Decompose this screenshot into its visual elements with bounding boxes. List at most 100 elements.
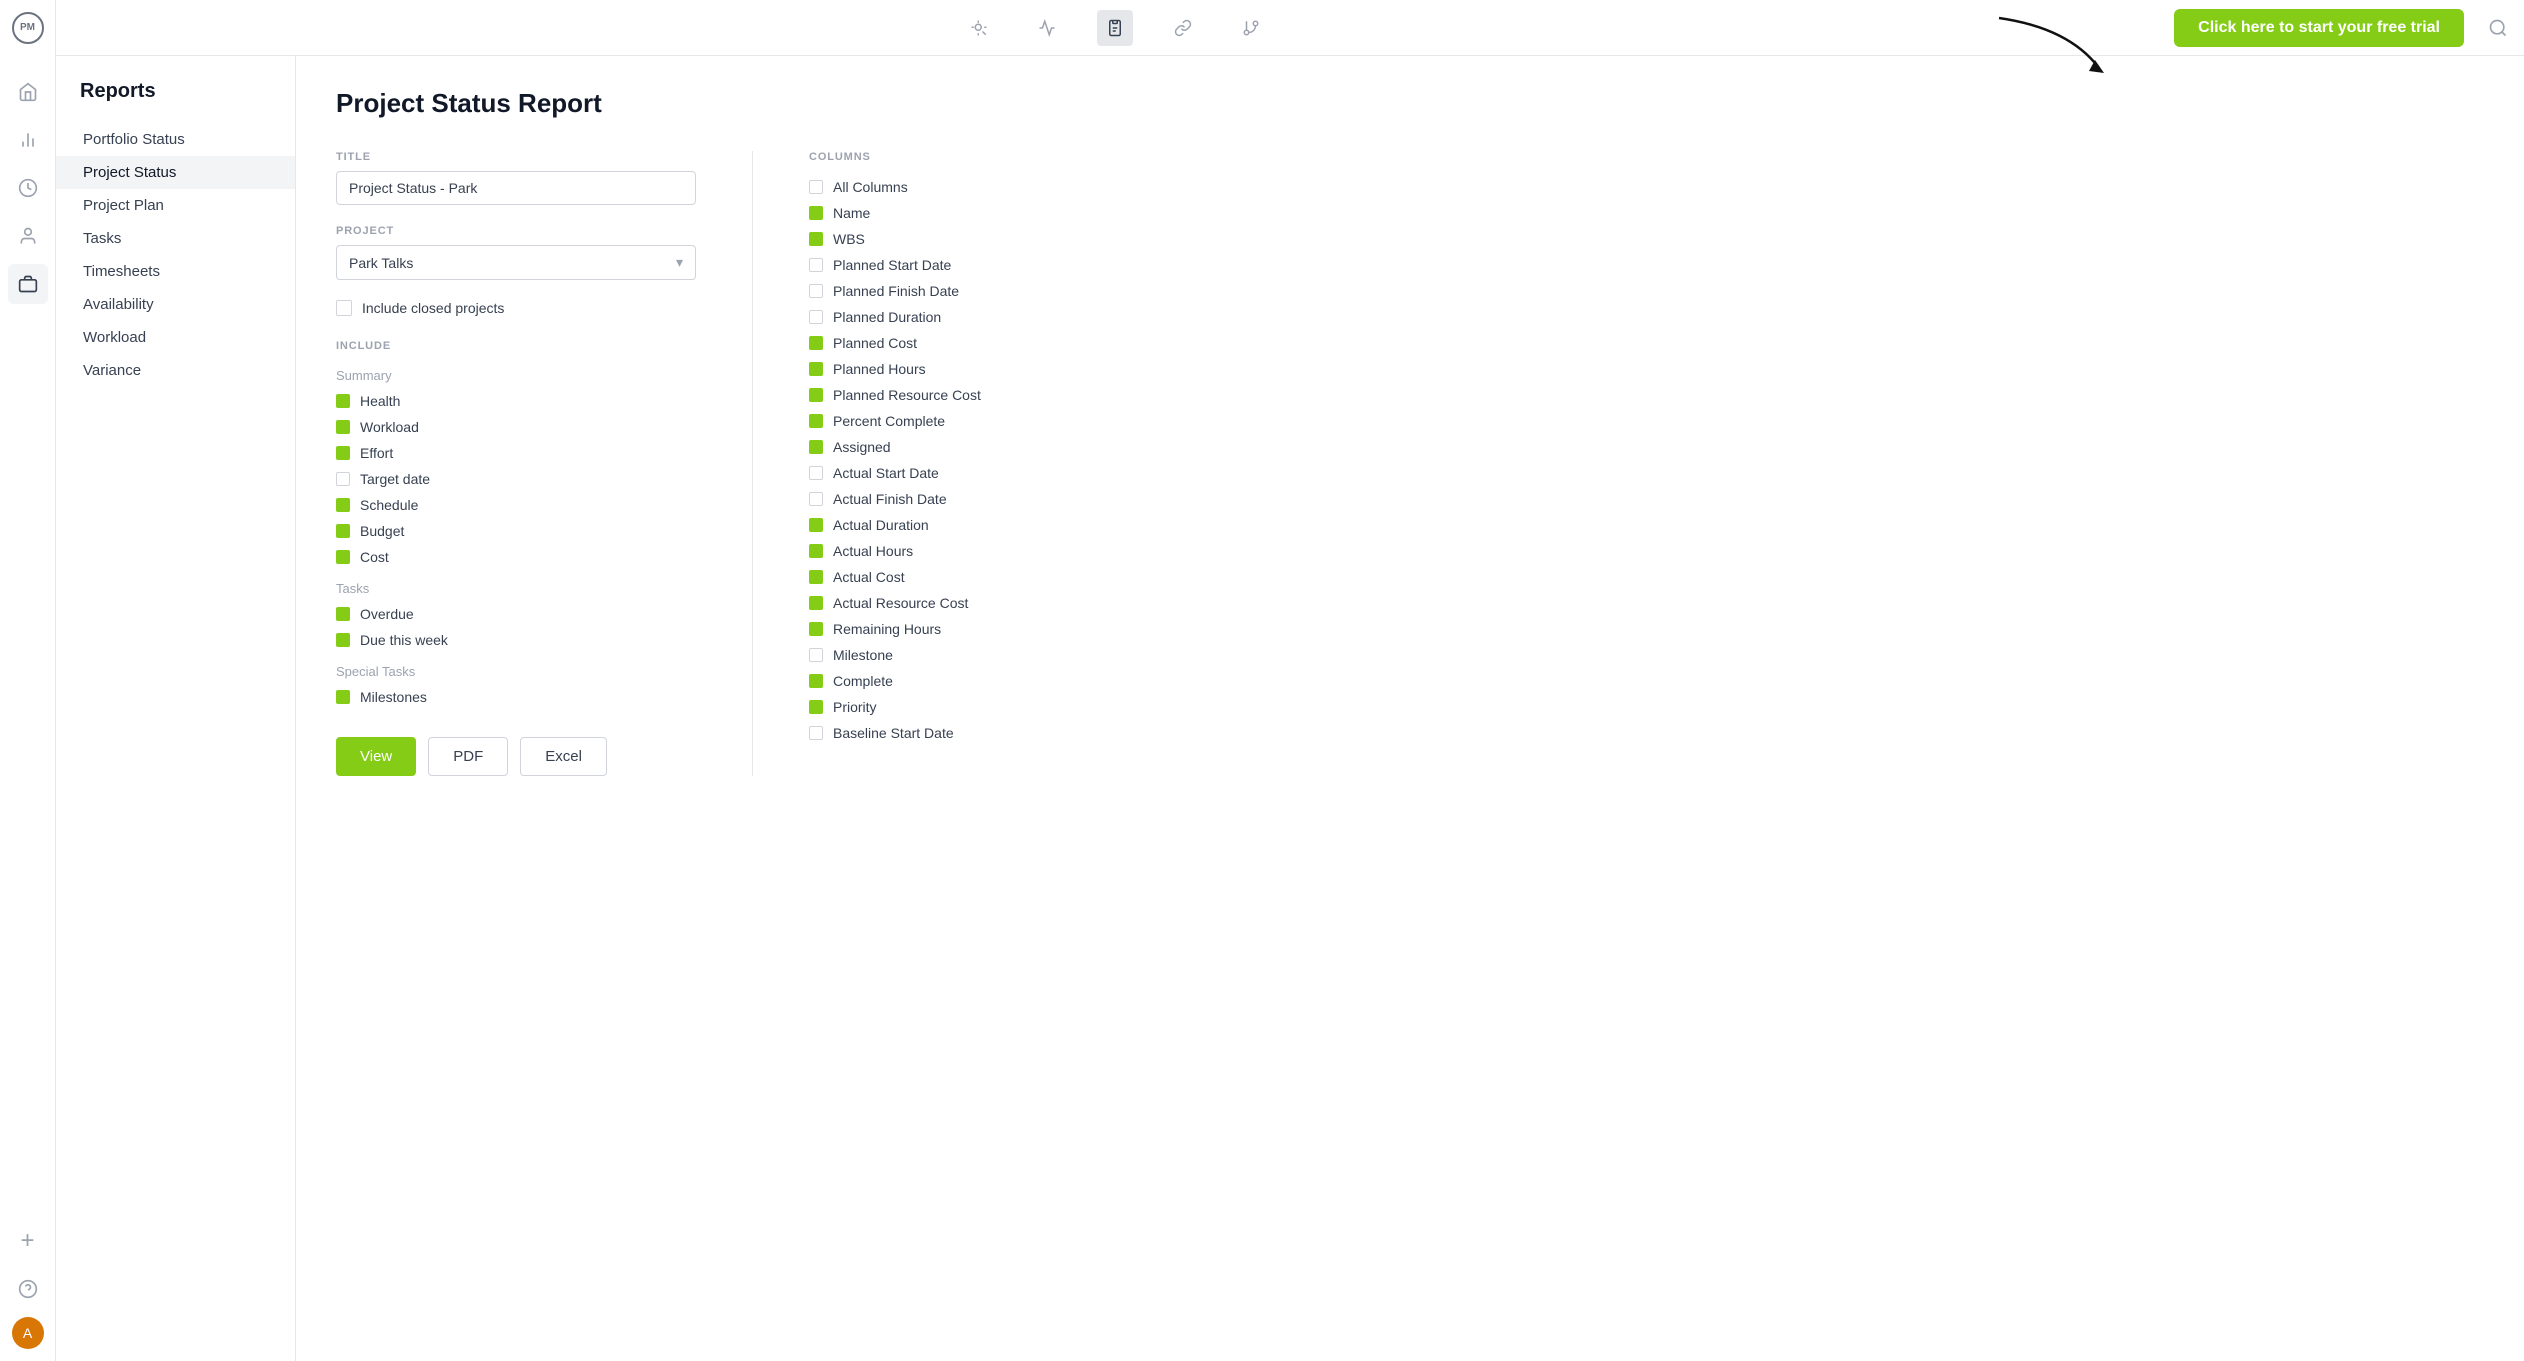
planned-start-date-checkbox[interactable]: [809, 258, 823, 272]
due-this-week-checkbox[interactable]: [336, 633, 350, 647]
include-closed-checkbox[interactable]: [336, 300, 352, 316]
project-value: Park Talks: [349, 255, 413, 271]
user-avatar[interactable]: A: [12, 1317, 44, 1349]
sidebar-help-icon[interactable]: [8, 1269, 48, 1309]
view-button[interactable]: View: [336, 737, 416, 776]
sidebar-item-workload[interactable]: Workload: [56, 321, 295, 354]
complete-checkbox[interactable]: [809, 674, 823, 688]
workload-checkbox[interactable]: [336, 420, 350, 434]
overdue-checkbox[interactable]: [336, 607, 350, 621]
budget-checkbox[interactable]: [336, 524, 350, 538]
nav-title: Reports: [56, 80, 295, 123]
col-baseline-start-date: Baseline Start Date: [809, 725, 2484, 741]
sidebar-activity-icon[interactable]: [8, 120, 48, 160]
planned-finish-date-checkbox[interactable]: [809, 284, 823, 298]
sidebar-user-icon[interactable]: [8, 216, 48, 256]
col-priority: Priority: [809, 699, 2484, 715]
title-input[interactable]: [336, 171, 696, 205]
tasks-group-label: Tasks: [336, 581, 696, 596]
columns-section: COLUMNS All Columns Name WBS Planned Sta…: [809, 151, 2484, 776]
milestone-checkbox[interactable]: [809, 648, 823, 662]
wave-icon[interactable]: [1029, 10, 1065, 46]
planned-cost-checkbox[interactable]: [809, 336, 823, 350]
sidebar-item-project-status[interactable]: Project Status: [56, 156, 295, 189]
sidebar-item-portfolio-status[interactable]: Portfolio Status: [56, 123, 295, 156]
all-columns-item: All Columns: [809, 179, 2484, 195]
include-due-this-week: Due this week: [336, 632, 696, 648]
col-wbs: WBS: [809, 231, 2484, 247]
sidebar-clock-icon[interactable]: [8, 168, 48, 208]
planned-duration-checkbox[interactable]: [809, 310, 823, 324]
link-icon[interactable]: [1165, 10, 1201, 46]
sidebar-item-variance[interactable]: Variance: [56, 354, 295, 387]
divider: [752, 151, 753, 776]
effort-checkbox[interactable]: [336, 446, 350, 460]
remaining-hours-checkbox[interactable]: [809, 622, 823, 636]
include-workload: Workload: [336, 419, 696, 435]
include-effort: Effort: [336, 445, 696, 461]
actual-resource-cost-checkbox[interactable]: [809, 596, 823, 610]
col-milestone: Milestone: [809, 647, 2484, 663]
sidebar-item-tasks[interactable]: Tasks: [56, 222, 295, 255]
sidebar-item-availability[interactable]: Availability: [56, 288, 295, 321]
form-container: TITLE PROJECT Park Talks ▾ Include close…: [336, 151, 2484, 776]
milestones-checkbox[interactable]: [336, 690, 350, 704]
actual-duration-checkbox[interactable]: [809, 518, 823, 532]
page-title: Project Status Report: [336, 88, 2484, 119]
planned-resource-cost-checkbox[interactable]: [809, 388, 823, 402]
select-arrow-icon: ▾: [676, 254, 683, 271]
clipboard-icon[interactable]: [1097, 10, 1133, 46]
col-name: Name: [809, 205, 2484, 221]
title-label: TITLE: [336, 151, 696, 163]
col-actual-finish-date: Actual Finish Date: [809, 491, 2484, 507]
grid-icon[interactable]: [961, 10, 997, 46]
sidebar-home-icon[interactable]: [8, 72, 48, 112]
include-milestones: Milestones: [336, 689, 696, 705]
include-budget: Budget: [336, 523, 696, 539]
name-checkbox[interactable]: [809, 206, 823, 220]
actual-hours-checkbox[interactable]: [809, 544, 823, 558]
col-planned-hours: Planned Hours: [809, 361, 2484, 377]
nav-sidebar: Reports Portfolio Status Project Status …: [56, 56, 296, 1361]
col-percent-complete: Percent Complete: [809, 413, 2484, 429]
project-label: PROJECT: [336, 225, 696, 237]
actual-cost-checkbox[interactable]: [809, 570, 823, 584]
special-tasks-group-label: Special Tasks: [336, 664, 696, 679]
sidebar-add-icon[interactable]: +: [8, 1221, 48, 1261]
col-actual-duration: Actual Duration: [809, 517, 2484, 533]
include-cost: Cost: [336, 549, 696, 565]
sidebar-item-project-plan[interactable]: Project Plan: [56, 189, 295, 222]
main-content: Project Status Report TITLE PROJECT Park…: [296, 56, 2524, 1361]
search-icon[interactable]: [2480, 10, 2516, 46]
sidebar-item-timesheets[interactable]: Timesheets: [56, 255, 295, 288]
summary-group-label: Summary: [336, 368, 696, 383]
all-columns-checkbox[interactable]: [809, 180, 823, 194]
free-trial-button[interactable]: Click here to start your free trial: [2174, 9, 2464, 47]
wbs-checkbox[interactable]: [809, 232, 823, 246]
priority-checkbox[interactable]: [809, 700, 823, 714]
include-closed-row: Include closed projects: [336, 300, 696, 316]
action-buttons: View PDF Excel: [336, 737, 696, 776]
logo[interactable]: PM: [0, 0, 56, 56]
col-actual-hours: Actual Hours: [809, 543, 2484, 559]
excel-button[interactable]: Excel: [520, 737, 607, 776]
assigned-checkbox[interactable]: [809, 440, 823, 454]
project-select[interactable]: Park Talks ▾: [336, 245, 696, 280]
planned-hours-checkbox[interactable]: [809, 362, 823, 376]
sidebar-briefcase-icon[interactable]: [8, 264, 48, 304]
sidebar-bottom: + A: [8, 1221, 48, 1349]
schedule-checkbox[interactable]: [336, 498, 350, 512]
branch-icon[interactable]: [1233, 10, 1269, 46]
actual-finish-date-checkbox[interactable]: [809, 492, 823, 506]
col-planned-cost: Planned Cost: [809, 335, 2484, 351]
form-left: TITLE PROJECT Park Talks ▾ Include close…: [336, 151, 696, 776]
cost-checkbox[interactable]: [336, 550, 350, 564]
columns-header: COLUMNS: [809, 151, 2484, 163]
percent-complete-checkbox[interactable]: [809, 414, 823, 428]
baseline-start-date-checkbox[interactable]: [809, 726, 823, 740]
target-date-checkbox[interactable]: [336, 472, 350, 486]
col-remaining-hours: Remaining Hours: [809, 621, 2484, 637]
pdf-button[interactable]: PDF: [428, 737, 508, 776]
actual-start-date-checkbox[interactable]: [809, 466, 823, 480]
health-checkbox[interactable]: [336, 394, 350, 408]
